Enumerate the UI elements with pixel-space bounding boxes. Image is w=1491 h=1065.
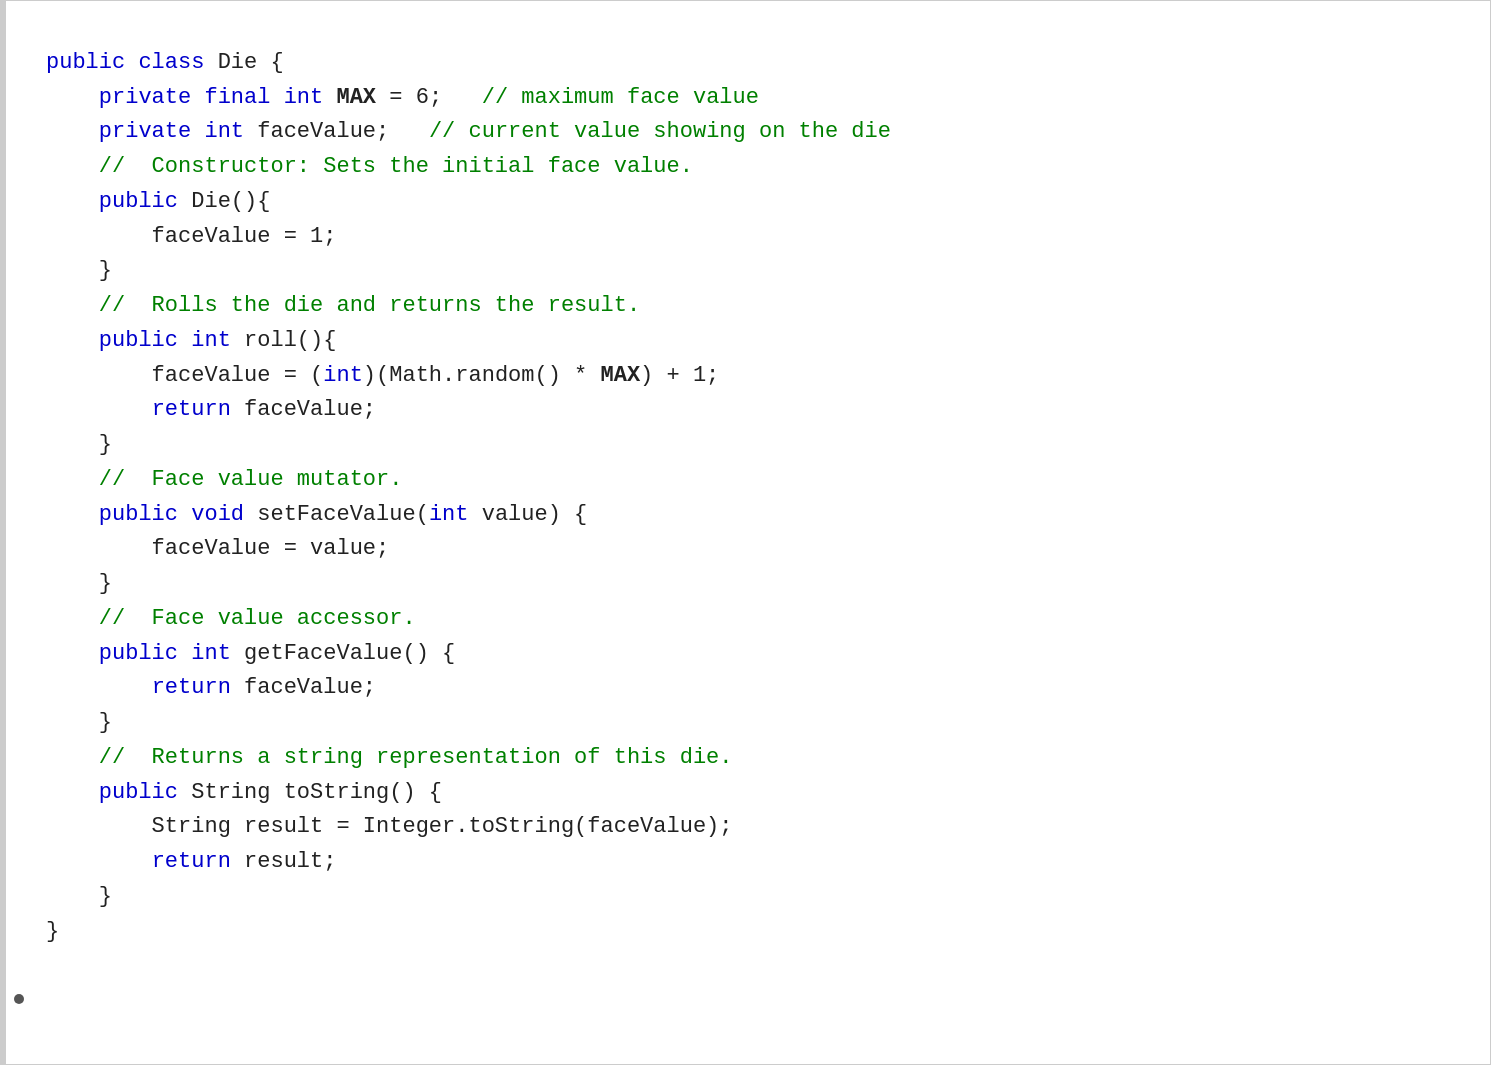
line-2: private final int MAX = 6; // maximum fa… (46, 85, 759, 110)
line-21: // Returns a string representation of th… (46, 745, 733, 770)
line-4: // Constructor: Sets the initial face va… (46, 154, 693, 179)
code-editor: public class Die { private final int MAX… (0, 0, 1491, 1065)
line-5: public Die(){ (46, 189, 270, 214)
line-9: public int roll(){ (46, 328, 336, 353)
line-11: return faceValue; (46, 397, 376, 422)
line-15: faceValue = value; (46, 536, 389, 561)
line-18: public int getFaceValue() { (46, 641, 455, 666)
breakpoint-indicator (14, 994, 24, 1004)
line-3: private int faceValue; // current value … (46, 119, 891, 144)
line-23: String result = Integer.toString(faceVal… (46, 814, 733, 839)
line-13: // Face value mutator. (46, 467, 402, 492)
line-8: // Rolls the die and returns the result. (46, 293, 640, 318)
line-19: return faceValue; (46, 675, 376, 700)
line-25: } (46, 884, 112, 909)
line-26: } (46, 919, 59, 944)
line-16: } (46, 571, 112, 596)
line-14: public void setFaceValue(int value) { (46, 502, 587, 527)
line-10: faceValue = (int)(Math.random() * MAX) +… (46, 363, 719, 388)
line-12: } (46, 432, 112, 457)
line-24: return result; (46, 849, 336, 874)
line-22: public String toString() { (46, 780, 442, 805)
line-7: } (46, 258, 112, 283)
line-1: public class Die { (46, 50, 284, 75)
code-content: public class Die { private final int MAX… (46, 11, 1470, 984)
line-6: faceValue = 1; (46, 224, 336, 249)
line-20: } (46, 710, 112, 735)
line-17: // Face value accessor. (46, 606, 416, 631)
